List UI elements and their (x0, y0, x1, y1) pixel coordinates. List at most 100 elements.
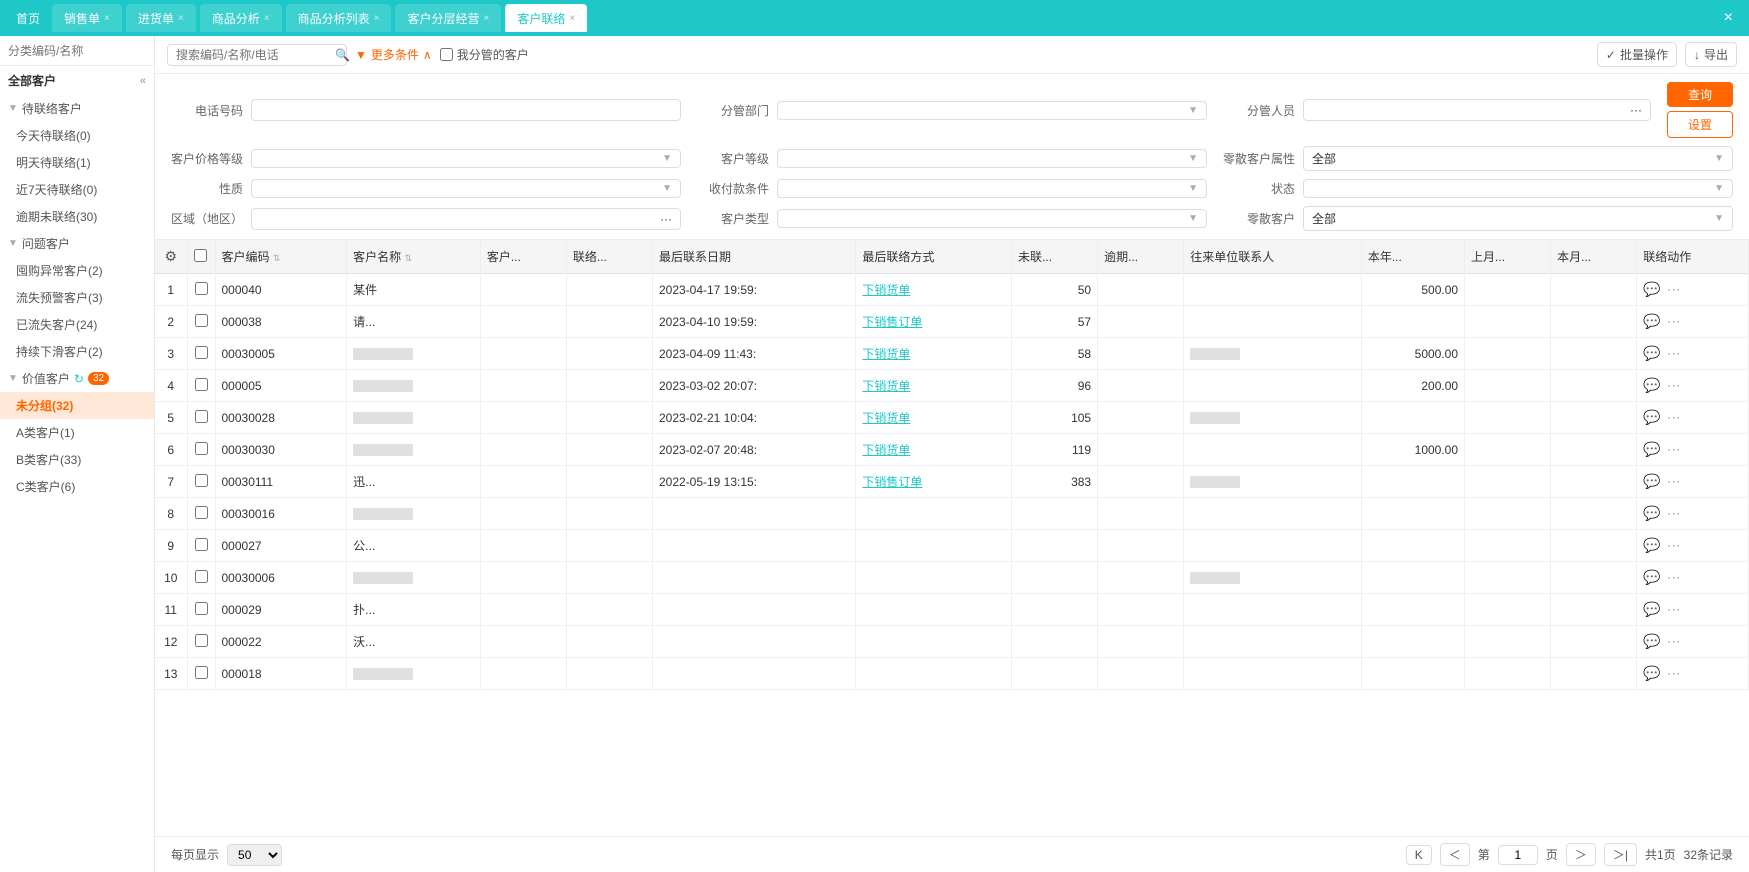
row-checkbox[interactable] (195, 602, 208, 615)
chat-icon[interactable]: 💬 (1643, 441, 1660, 458)
more-action-icon[interactable]: ⋯ (1667, 377, 1681, 394)
name-sort-icon[interactable]: ⇅ (405, 253, 413, 263)
row-check[interactable] (187, 466, 215, 498)
row-check[interactable] (187, 626, 215, 658)
tab-purchase[interactable]: 进货单 × (126, 4, 196, 32)
all-customers-header[interactable]: 全部客户 « (0, 66, 154, 95)
row-checkbox[interactable] (195, 570, 208, 583)
last-way-cell[interactable] (856, 658, 1012, 690)
more-action-icon[interactable]: ⋯ (1667, 601, 1681, 618)
last-way-cell[interactable]: 下销货单 (856, 370, 1012, 402)
row-check[interactable] (187, 498, 215, 530)
chat-icon[interactable]: 💬 (1643, 633, 1660, 650)
more-action-icon[interactable]: ⋯ (1667, 345, 1681, 362)
more-action-icon[interactable]: ⋯ (1667, 409, 1681, 426)
last-way-link[interactable]: 下销货单 (862, 443, 910, 457)
last-page-button[interactable]: ＞| (1604, 843, 1637, 866)
tab-close-sales[interactable]: × (104, 13, 110, 24)
retail-attr-select[interactable]: 全部 ▼ (1303, 146, 1733, 171)
code-sort-icon[interactable]: ⇅ (273, 253, 281, 263)
row-check[interactable] (187, 594, 215, 626)
last-way-cell[interactable]: 下销售订单 (856, 306, 1012, 338)
chat-icon[interactable]: 💬 (1643, 473, 1660, 490)
tab-close-purchase[interactable]: × (178, 13, 184, 24)
last-way-cell[interactable]: 下销货单 (856, 434, 1012, 466)
last-way-link[interactable]: 下销货单 (862, 283, 910, 297)
tab-customer-contact[interactable]: 客户联络 × (505, 4, 587, 32)
tab-close-customer-tier[interactable]: × (483, 13, 489, 24)
last-way-cell[interactable]: 下销售订单 (856, 466, 1012, 498)
row-check[interactable] (187, 658, 215, 690)
last-way-cell[interactable] (856, 594, 1012, 626)
last-way-cell[interactable]: 下销货单 (856, 274, 1012, 306)
my-customers-checkbox[interactable]: 我分管的客户 (440, 46, 529, 63)
more-action-icon[interactable]: ⋯ (1667, 505, 1681, 522)
row-check[interactable] (187, 370, 215, 402)
row-checkbox[interactable] (195, 442, 208, 455)
nature-select[interactable]: ▼ (251, 179, 681, 198)
tab-close-customer-contact[interactable]: × (569, 13, 575, 24)
row-checkbox[interactable] (195, 346, 208, 359)
dept-select[interactable]: ▼ (777, 101, 1207, 120)
sidebar-item-overdue[interactable]: 逾期未联络(30) (0, 203, 154, 230)
search-icon[interactable]: 🔍 (335, 48, 350, 62)
tab-customer-tier[interactable]: 客户分层经营 × (395, 4, 501, 32)
sidebar-item-churned[interactable]: 已流失客户(24) (0, 311, 154, 338)
last-way-link[interactable]: 下销货单 (862, 347, 910, 361)
sidebar-item-type-c[interactable]: C类客户(6) (0, 473, 154, 500)
chat-icon[interactable]: 💬 (1643, 281, 1660, 298)
home-tab[interactable]: 首页 (8, 10, 48, 27)
window-close-button[interactable]: × (1716, 9, 1741, 27)
query-button[interactable]: 查询 (1667, 82, 1733, 107)
row-check[interactable] (187, 338, 215, 370)
col-settings-header[interactable]: ⚙ (155, 240, 187, 274)
sidebar-item-declining[interactable]: 持续下滑客户(2) (0, 338, 154, 365)
row-check[interactable] (187, 530, 215, 562)
more-action-icon[interactable]: ⋯ (1667, 569, 1681, 586)
row-checkbox[interactable] (195, 474, 208, 487)
retail-select[interactable]: 全部 ▼ (1303, 206, 1733, 231)
tab-close-analysis-list[interactable]: × (374, 13, 380, 24)
row-checkbox[interactable] (195, 506, 208, 519)
tab-analysis[interactable]: 商品分析 × (200, 4, 282, 32)
chat-icon[interactable]: 💬 (1643, 601, 1660, 618)
row-checkbox[interactable] (195, 410, 208, 423)
last-way-link[interactable]: 下销货单 (862, 379, 910, 393)
cust-level-select[interactable]: ▼ (777, 149, 1207, 168)
tab-sales[interactable]: 销售单 × (52, 4, 122, 32)
more-action-icon[interactable]: ⋯ (1667, 473, 1681, 490)
last-way-cell[interactable] (856, 626, 1012, 658)
last-way-cell[interactable]: 下销货单 (856, 338, 1012, 370)
chat-icon[interactable]: 💬 (1643, 409, 1660, 426)
sidebar-search-input[interactable] (8, 44, 155, 58)
page-input[interactable] (1498, 845, 1538, 865)
chat-icon[interactable]: 💬 (1643, 345, 1660, 362)
row-checkbox[interactable] (195, 634, 208, 647)
row-checkbox[interactable] (195, 314, 208, 327)
phone-input[interactable] (251, 99, 681, 121)
more-action-icon[interactable]: ⋯ (1667, 537, 1681, 554)
payment-select[interactable]: ▼ (777, 179, 1207, 198)
status-select[interactable]: ▼ (1303, 179, 1733, 198)
row-check[interactable] (187, 434, 215, 466)
more-action-icon[interactable]: ⋯ (1667, 441, 1681, 458)
sidebar-item-type-a[interactable]: A类客户(1) (0, 419, 154, 446)
my-customers-check[interactable] (440, 48, 453, 61)
chat-icon[interactable]: 💬 (1643, 665, 1660, 682)
reset-button[interactable]: 设置 (1667, 111, 1733, 138)
chat-icon[interactable]: 💬 (1643, 313, 1660, 330)
last-way-link[interactable]: 下销售订单 (862, 315, 922, 329)
chat-icon[interactable]: 💬 (1643, 537, 1660, 554)
row-checkbox[interactable] (195, 378, 208, 391)
chat-icon[interactable]: 💬 (1643, 377, 1660, 394)
chat-icon[interactable]: 💬 (1643, 505, 1660, 522)
sidebar-group-pending[interactable]: ▼ 待联络客户 (0, 95, 154, 122)
batch-op-button[interactable]: ✓ 批量操作 (1597, 42, 1677, 67)
export-button[interactable]: ↓ 导出 (1685, 42, 1737, 67)
row-checkbox[interactable] (195, 282, 208, 295)
row-check[interactable] (187, 274, 215, 306)
tab-analysis-list[interactable]: 商品分析列表 × (286, 4, 392, 32)
more-action-icon[interactable]: ⋯ (1667, 281, 1681, 298)
search-box[interactable]: 🔍 (167, 44, 347, 66)
first-page-button[interactable]: K (1406, 845, 1432, 865)
